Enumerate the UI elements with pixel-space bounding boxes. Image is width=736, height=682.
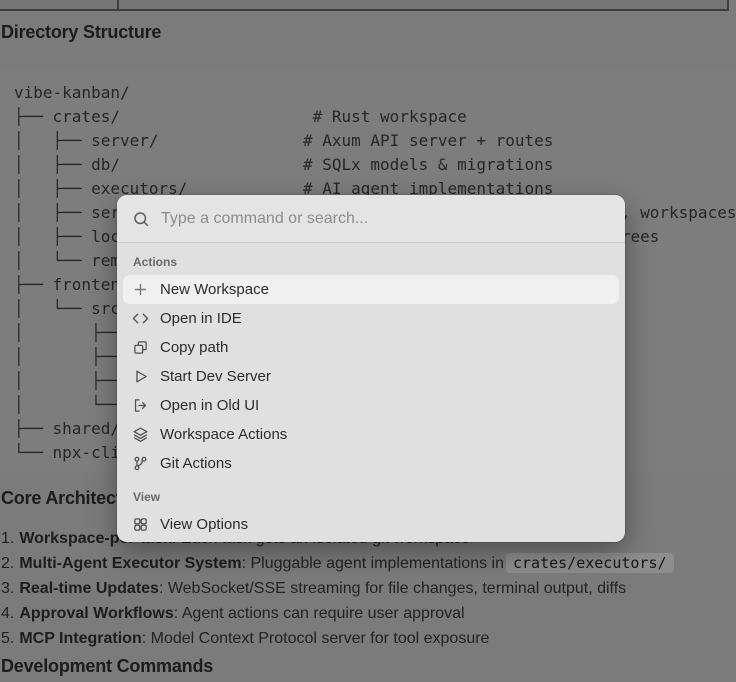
list-item: 3. Real-time Updates: WebSocket/SSE strea… bbox=[1, 576, 674, 601]
list-number: 3. bbox=[1, 580, 15, 597]
list-item-text: : WebSocket/SSE streaming for file chang… bbox=[158, 580, 627, 597]
menu-item-git-actions[interactable]: Git Actions bbox=[123, 449, 619, 478]
command-search-input[interactable] bbox=[161, 209, 610, 228]
menu-item-label: Open in Old UI bbox=[160, 397, 260, 414]
list-item: 5. MCP Integration: Model Context Protoco… bbox=[1, 626, 674, 651]
list-item-text: : Pluggable agent implementations in bbox=[241, 555, 504, 572]
menu-item-label: Open in IDE bbox=[160, 310, 242, 327]
menu-item-label: New Workspace bbox=[160, 281, 269, 298]
code-icon bbox=[132, 313, 149, 324]
plus-icon bbox=[134, 283, 147, 296]
menu-item-copy-path[interactable]: Copy path bbox=[123, 333, 619, 362]
list-item-term: Real-time Updates bbox=[19, 580, 159, 597]
command-palette-search-row bbox=[117, 195, 625, 243]
table-cell bbox=[0, 0, 119, 9]
list-item-term: Approval Workflows bbox=[19, 605, 174, 622]
menu-item-new-workspace[interactable]: New Workspace bbox=[123, 275, 619, 304]
section-label-view: View bbox=[133, 490, 161, 504]
menu-item-label: Git Actions bbox=[160, 455, 232, 472]
menu-item-start-dev-server[interactable]: Start Dev Server bbox=[123, 362, 619, 391]
search-icon bbox=[134, 211, 149, 226]
exit-icon bbox=[134, 399, 147, 412]
list-item-term: MCP Integration bbox=[19, 630, 142, 647]
list-item: 4. Approval Workflows: Agent actions can … bbox=[1, 601, 674, 626]
list-item-text: : Model Context Protocol server for tool… bbox=[141, 630, 490, 647]
menu-item-label: Start Dev Server bbox=[160, 368, 271, 385]
inline-code: crates/executors/ bbox=[506, 553, 674, 573]
core-architecture-list: 1.Workspace-per-task: Each task gets an … bbox=[1, 526, 674, 651]
menu-item-open-in-ide[interactable]: Open in IDE bbox=[123, 304, 619, 333]
menu-item-label: Workspace Actions bbox=[160, 426, 288, 443]
menu-item-workspace-actions[interactable]: Workspace Actions bbox=[123, 420, 619, 449]
section-heading-development-commands: Development Commands bbox=[1, 656, 214, 676]
list-number: 5. bbox=[1, 630, 15, 647]
list-item-term: Multi-Agent Executor System bbox=[19, 555, 242, 572]
table-bottom-edge bbox=[0, 0, 729, 11]
menu-item-open-in-old-ui[interactable]: Open in Old UI bbox=[123, 391, 619, 420]
layers-icon bbox=[133, 427, 148, 442]
grid-icon bbox=[134, 518, 147, 531]
list-item-text: : Agent actions can require user approva… bbox=[173, 605, 465, 622]
menu-item-label: Copy path bbox=[160, 339, 229, 356]
section-heading-directory-structure: Directory Structure bbox=[1, 22, 162, 42]
menu-item-label: View Options bbox=[160, 516, 249, 533]
command-palette: Actions New Workspace Open in IDE Copy p… bbox=[117, 195, 625, 542]
list-item: 2. Multi-Agent Executor System: Pluggable… bbox=[1, 551, 674, 576]
menu-item-view-options[interactable]: View Options bbox=[123, 510, 619, 539]
list-number: 1. bbox=[1, 530, 15, 547]
play-icon bbox=[136, 370, 147, 383]
section-label-actions: Actions bbox=[133, 255, 178, 269]
document-page: Directory Structure vibe-kanban/ ├── cra… bbox=[0, 0, 736, 682]
list-number: 2. bbox=[1, 555, 15, 572]
table-cell bbox=[119, 0, 727, 9]
list-number: 4. bbox=[1, 605, 15, 622]
copy-icon bbox=[134, 341, 147, 354]
git-branch-icon bbox=[134, 456, 147, 471]
